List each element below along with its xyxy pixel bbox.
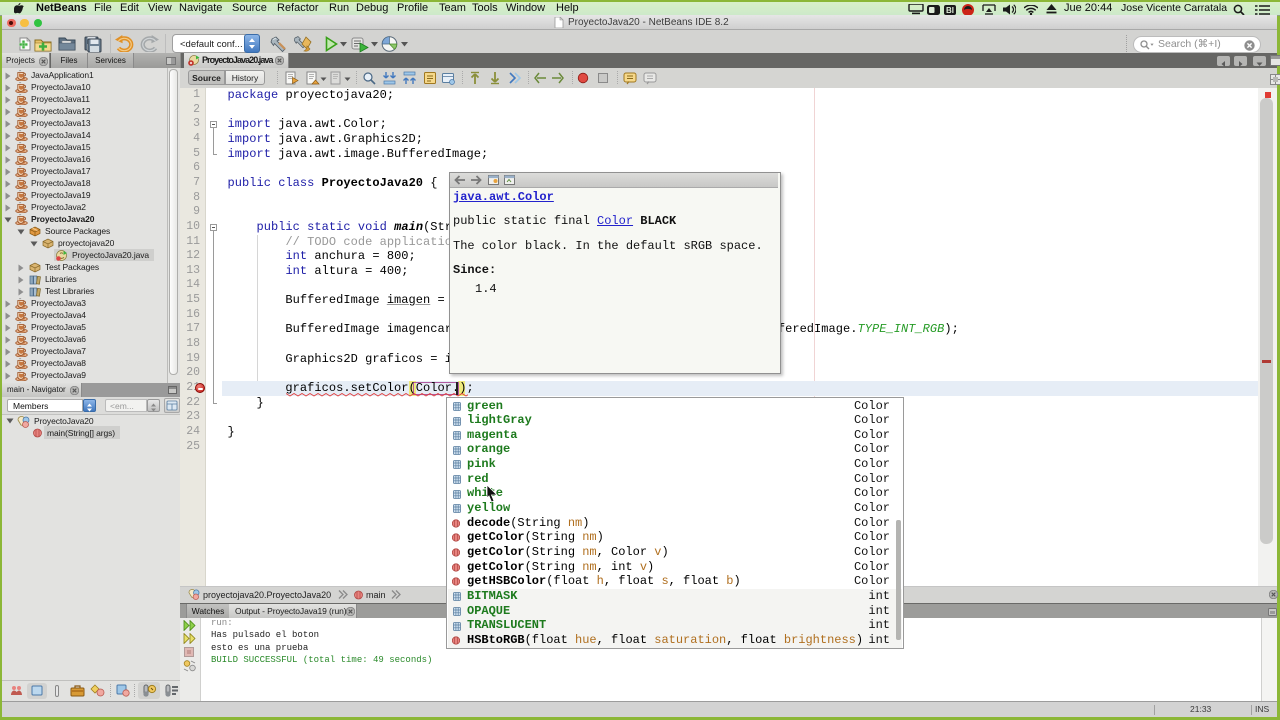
svg-text:BI: BI bbox=[946, 6, 954, 15]
